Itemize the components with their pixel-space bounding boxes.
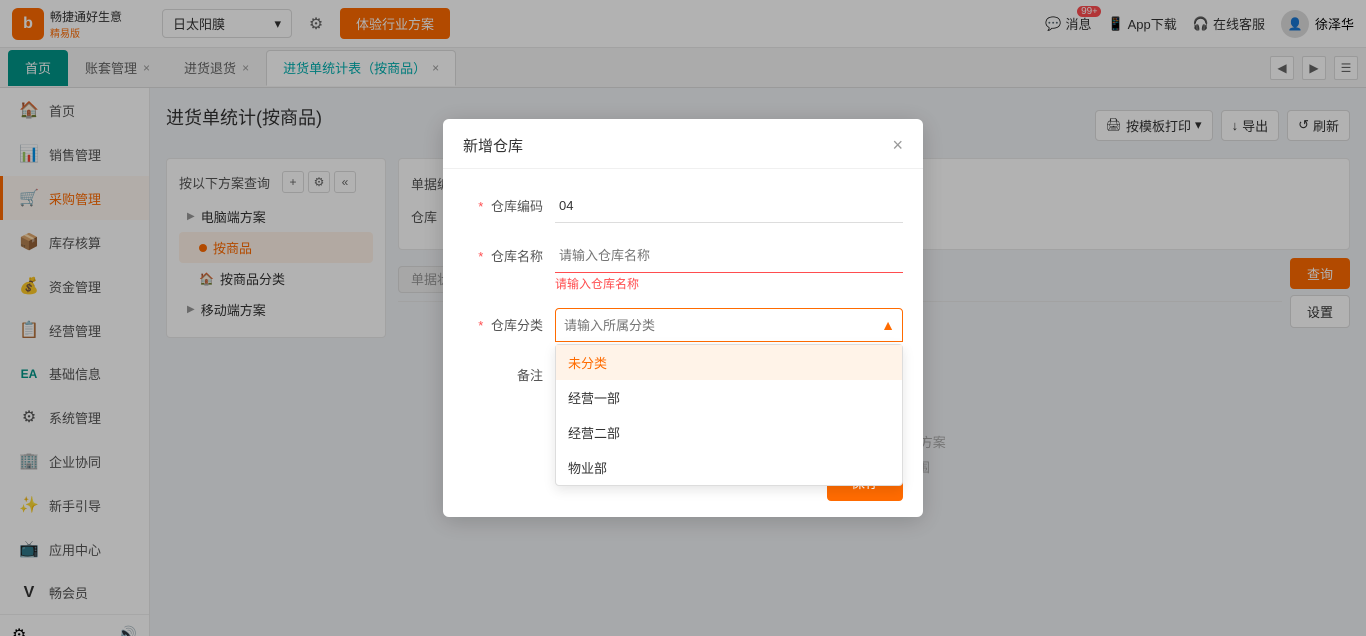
dropdown-item-3[interactable]: 物业部 — [556, 450, 902, 485]
modal-header: 新增仓库 × — [443, 119, 923, 169]
name-control: 请输入仓库名称 — [555, 239, 903, 292]
form-row-name: * 仓库名称 请输入仓库名称 — [463, 239, 903, 292]
code-control — [555, 189, 903, 223]
code-input[interactable] — [555, 189, 903, 223]
form-row-code: * 仓库编码 — [463, 189, 903, 223]
modal-overlay[interactable]: 新增仓库 × * 仓库编码 * 仓库名称 — [0, 0, 1366, 636]
code-label: * 仓库编码 — [463, 189, 543, 215]
category-input[interactable] — [555, 308, 903, 342]
modal-body: * 仓库编码 * 仓库名称 请输入仓库名称 — [443, 169, 923, 453]
name-error-msg: 请输入仓库名称 — [555, 275, 903, 292]
category-dropdown: 未分类 经营一部 经营二部 物业部 — [555, 344, 903, 486]
notes-label: 备注 — [463, 358, 543, 384]
dropdown-item-2[interactable]: 经营二部 — [556, 415, 902, 450]
name-input[interactable] — [555, 239, 903, 273]
new-warehouse-modal: 新增仓库 × * 仓库编码 * 仓库名称 — [443, 119, 923, 517]
dropdown-item-0[interactable]: 未分类 — [556, 345, 902, 380]
form-row-category: * 仓库分类 ▲ 未分类 经营一部 经营二部 物业部 — [463, 308, 903, 342]
dropdown-item-1[interactable]: 经营一部 — [556, 380, 902, 415]
category-select-wrapper: ▲ — [555, 308, 903, 342]
category-label: * 仓库分类 — [463, 308, 543, 334]
modal-close-btn[interactable]: × — [892, 135, 903, 156]
category-control: ▲ 未分类 经营一部 经营二部 物业部 — [555, 308, 903, 342]
name-label: * 仓库名称 — [463, 239, 543, 265]
modal-title: 新增仓库 — [463, 135, 523, 156]
